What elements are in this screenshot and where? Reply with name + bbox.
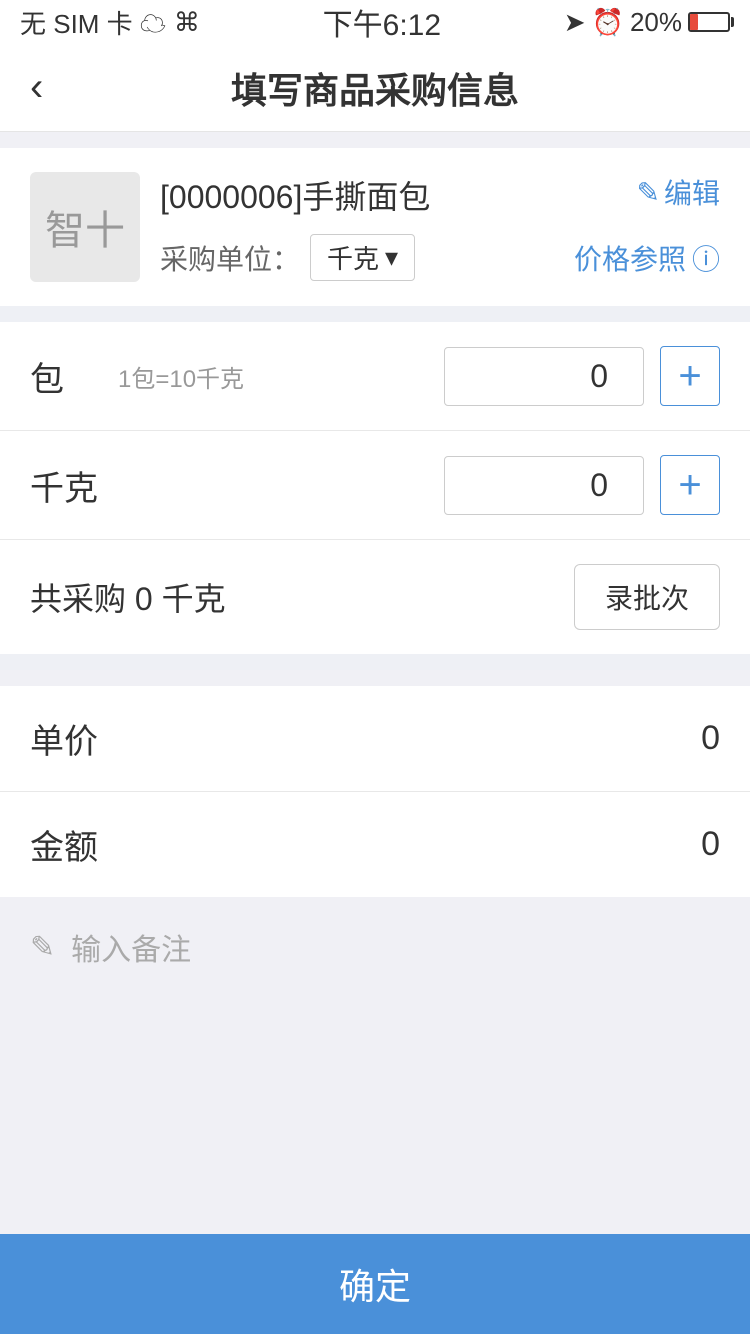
price-ref-label: 价格参照 xyxy=(574,238,686,278)
chevron-down-icon: ▾ xyxy=(385,242,398,273)
amount-label: 金额 xyxy=(30,820,98,869)
section-divider-2 xyxy=(0,654,750,670)
summary-text: 共采购 0 千克 xyxy=(30,574,226,620)
product-card: 智十 [0000006]手撕面包 ✎ 编辑 采购单位： 千克 ▾ 价格参照 ⓘ xyxy=(0,148,750,306)
unit-label: 采购单位： 千克 ▾ xyxy=(160,234,415,281)
status-time: 下午6:12 xyxy=(323,0,441,44)
bag-input-wrapper: + xyxy=(244,346,720,406)
unit-price-label: 单价 xyxy=(30,714,98,763)
kg-label: 千克 xyxy=(30,461,110,510)
battery-percent: 20% xyxy=(630,7,682,38)
status-bar: 无 SIM 卡 ☁ ⌘ 下午6:12 ➤ ⏰ 20% xyxy=(0,0,750,44)
notes-placeholder: 输入备注 xyxy=(71,925,191,969)
price-ref-button[interactable]: 价格参照 ⓘ xyxy=(574,238,720,278)
kg-plus-button[interactable]: + xyxy=(660,455,720,515)
wifi-icon: ⌘ xyxy=(174,7,200,38)
nav-bar: ‹ 填写商品采购信息 xyxy=(0,44,750,132)
bag-plus-button[interactable]: + xyxy=(660,346,720,406)
summary-row: 共采购 0 千克 录批次 xyxy=(0,540,750,654)
confirm-button[interactable]: 确定 xyxy=(0,1234,750,1334)
bag-input[interactable] xyxy=(444,347,644,406)
product-name-row: [0000006]手撕面包 ✎ 编辑 xyxy=(160,172,720,218)
page-title: 填写商品采购信息 xyxy=(231,62,519,114)
unit-price-value: 0 xyxy=(701,719,720,758)
status-left: 无 SIM 卡 ☁ ⌘ xyxy=(20,4,200,41)
unit-select[interactable]: 千克 ▾ xyxy=(310,234,415,281)
amount-value: 0 xyxy=(701,825,720,864)
bag-label: 包 xyxy=(30,352,110,401)
amount-row: 金额 0 xyxy=(0,792,750,897)
battery-icon xyxy=(688,12,730,32)
edit-button[interactable]: ✎ 编辑 xyxy=(637,172,720,212)
kg-input-wrapper: + xyxy=(110,455,720,515)
alarm-icon: ⏰ xyxy=(592,7,624,38)
product-name: [0000006]手撕面包 xyxy=(160,172,430,218)
kg-input-row: 千克 + xyxy=(0,431,750,540)
back-button[interactable]: ‹ xyxy=(30,65,43,110)
unit-price-row: 单价 0 xyxy=(0,686,750,792)
location-icon: ➤ xyxy=(564,7,586,38)
input-section: 包 1包=10千克 + 千克 + 共采购 0 千克 录批次 xyxy=(0,322,750,654)
product-image: 智十 xyxy=(30,172,140,282)
product-logo: 智十 xyxy=(45,198,125,256)
confirm-label: 确定 xyxy=(339,1258,411,1310)
info-icon: ⓘ xyxy=(692,238,720,278)
product-unit-row: 采购单位： 千克 ▾ 价格参照 ⓘ xyxy=(160,234,720,281)
status-right: ➤ ⏰ 20% xyxy=(564,7,730,38)
bag-sub-label: 1包=10千克 xyxy=(118,359,244,394)
notes-section[interactable]: ✎ 输入备注 xyxy=(0,897,750,997)
kg-input[interactable] xyxy=(444,456,644,515)
pencil-icon: ✎ xyxy=(30,930,55,965)
edit-icon: ✎ xyxy=(637,176,660,209)
unit-label-text: 采购单位： xyxy=(160,238,300,278)
bag-input-row: 包 1包=10千克 + xyxy=(0,322,750,431)
edit-label: 编辑 xyxy=(664,172,720,212)
unit-value: 千克 xyxy=(327,239,379,276)
section-divider-1 xyxy=(0,306,750,322)
sim-status: 无 SIM 卡 ☁ xyxy=(20,4,166,41)
batch-button[interactable]: 录批次 xyxy=(574,564,720,630)
product-info: [0000006]手撕面包 ✎ 编辑 采购单位： 千克 ▾ 价格参照 ⓘ xyxy=(160,172,720,281)
price-section: 单价 0 金额 0 xyxy=(0,686,750,897)
